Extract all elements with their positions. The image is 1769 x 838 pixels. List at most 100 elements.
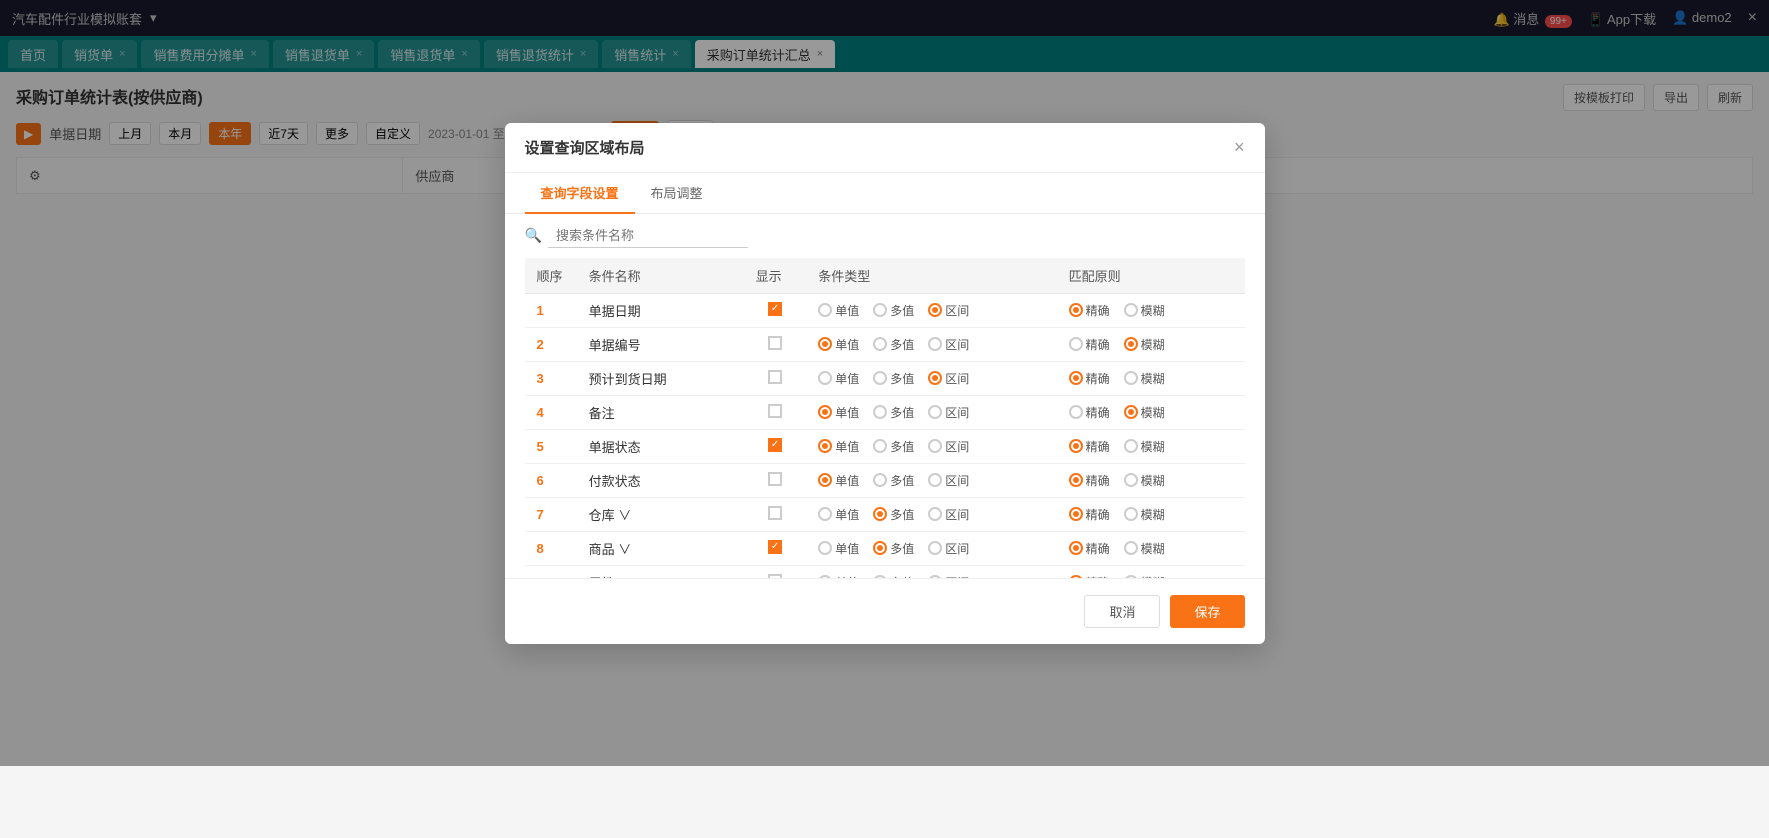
match-radio-match_exact[interactable]: 精确 [1069,336,1110,353]
save-btn[interactable]: 保存 [1170,595,1244,628]
radio-circle [873,405,887,419]
radio-circle [1069,303,1083,317]
type-radio-type_range[interactable]: 区间 [928,404,969,421]
type-radio-type_single[interactable]: 单值 [818,540,859,557]
radio-circle [873,541,887,555]
row-type: 单值 多值 区间 [806,497,1056,531]
row-display[interactable] [744,565,807,578]
dialog-header: 设置查询区域布局 × [505,123,1265,173]
display-checkbox[interactable] [768,438,782,452]
display-checkbox[interactable] [768,574,782,578]
type-radio-type_multi[interactable]: 多值 [873,540,914,557]
type-radio-type_range[interactable]: 区间 [928,540,969,557]
dialog-tab-layout[interactable]: 布局调整 [635,173,719,214]
radio-circle [1124,303,1138,317]
row-display[interactable] [744,327,807,361]
match-radio-match_exact[interactable]: 精确 [1069,302,1110,319]
type-radio-type_range[interactable]: 区间 [928,506,969,523]
row-order: 6 [525,463,577,497]
display-checkbox[interactable] [768,370,782,384]
type-radio-type_single[interactable]: 单值 [818,438,859,455]
match-radio-match_fuzzy[interactable]: 模糊 [1124,336,1165,353]
radio-circle [873,337,887,351]
row-type: 单值 多值 区间 [806,531,1056,565]
settings-dialog: 设置查询区域布局 × 查询字段设置 布局调整 🔍 顺序 条件名称 显示 条件类型 [505,123,1265,644]
match-radio-match_fuzzy[interactable]: 模糊 [1124,472,1165,489]
row-name: 商品 ∨ [577,531,744,565]
row-match: 精确 模糊 [1057,429,1245,463]
match-radio-match_fuzzy[interactable]: 模糊 [1124,302,1165,319]
col-header-name: 条件名称 [577,258,744,294]
row-name: 单据日期 [577,293,744,327]
type-radio-type_range[interactable]: 区间 [928,370,969,387]
cancel-btn[interactable]: 取消 [1084,595,1160,628]
match-radio-match_exact[interactable]: 精确 [1069,370,1110,387]
type-radio-type_single[interactable]: 单值 [818,336,859,353]
col-header-type: 条件类型 [806,258,1056,294]
match-radio-match_exact[interactable]: 精确 [1069,472,1110,489]
type-radio-type_range[interactable]: 区间 [928,438,969,455]
type-radio-type_range[interactable]: 区间 [928,472,969,489]
col-header-display: 显示 [744,258,807,294]
type-radio-type_multi[interactable]: 多值 [873,472,914,489]
display-checkbox[interactable] [768,506,782,520]
row-display[interactable] [744,497,807,531]
type-radio-type_single[interactable]: 单值 [818,302,859,319]
match-radio-match_exact[interactable]: 精确 [1069,506,1110,523]
display-checkbox[interactable] [768,336,782,350]
type-radio-type_multi[interactable]: 多值 [873,404,914,421]
row-display[interactable] [744,361,807,395]
dialog-close-btn[interactable]: × [1234,138,1245,156]
type-radio-type_single[interactable]: 单值 [818,472,859,489]
radio-circle [1069,473,1083,487]
display-checkbox[interactable] [768,540,782,554]
type-radio-type_multi[interactable]: 多值 [873,302,914,319]
row-name: 付款状态 [577,463,744,497]
search-condition-input[interactable] [548,224,748,248]
col-header-match: 匹配原则 [1057,258,1245,294]
type-radio-type_single[interactable]: 单值 [818,404,859,421]
type-radio-type_multi[interactable]: 多值 [873,506,914,523]
dialog-footer: 取消 保存 [505,578,1265,644]
modal-overlay: 设置查询区域布局 × 查询字段设置 布局调整 🔍 顺序 条件名称 显示 条件类型 [0,0,1769,766]
radio-circle [928,405,942,419]
row-type: 单值 多值 区间 [806,395,1056,429]
row-order: 2 [525,327,577,361]
row-type: 单值 多值 区间 [806,565,1056,578]
dialog-tab-query-fields[interactable]: 查询字段设置 [525,173,635,214]
match-radio-match_exact[interactable]: 精确 [1069,540,1110,557]
type-radio-type_multi[interactable]: 多值 [873,370,914,387]
type-radio-type_single[interactable]: 单值 [818,506,859,523]
display-checkbox[interactable] [768,302,782,316]
row-display[interactable] [744,429,807,463]
radio-circle [1069,405,1083,419]
match-radio-match_fuzzy[interactable]: 模糊 [1124,404,1165,421]
match-radio-match_fuzzy[interactable]: 模糊 [1124,506,1165,523]
row-name: 备注 [577,395,744,429]
dialog-tabs: 查询字段设置 布局调整 [505,173,1265,214]
match-radio-match_exact[interactable]: 精确 [1069,404,1110,421]
match-radio-match_exact[interactable]: 精确 [1069,438,1110,455]
radio-circle [1124,371,1138,385]
row-display[interactable] [744,293,807,327]
type-radio-type_range[interactable]: 区间 [928,336,969,353]
match-radio-match_fuzzy[interactable]: 模糊 [1124,438,1165,455]
match-radio-match_fuzzy[interactable]: 模糊 [1124,370,1165,387]
settings-row: 9 属性 ∨ 单值 多值 [525,565,1245,578]
type-radio-type_multi[interactable]: 多值 [873,336,914,353]
display-checkbox[interactable] [768,472,782,486]
match-radio-match_fuzzy[interactable]: 模糊 [1124,540,1165,557]
row-display[interactable] [744,531,807,565]
type-radio-type_range[interactable]: 区间 [928,302,969,319]
radio-circle [928,303,942,317]
row-order: 8 [525,531,577,565]
type-radio-type_multi[interactable]: 多值 [873,438,914,455]
row-display[interactable] [744,395,807,429]
row-order: 1 [525,293,577,327]
radio-circle [818,371,832,385]
row-display[interactable] [744,463,807,497]
display-checkbox[interactable] [768,404,782,418]
row-order: 9 [525,565,577,578]
type-radio-type_single[interactable]: 单值 [818,370,859,387]
row-match: 精确 模糊 [1057,395,1245,429]
